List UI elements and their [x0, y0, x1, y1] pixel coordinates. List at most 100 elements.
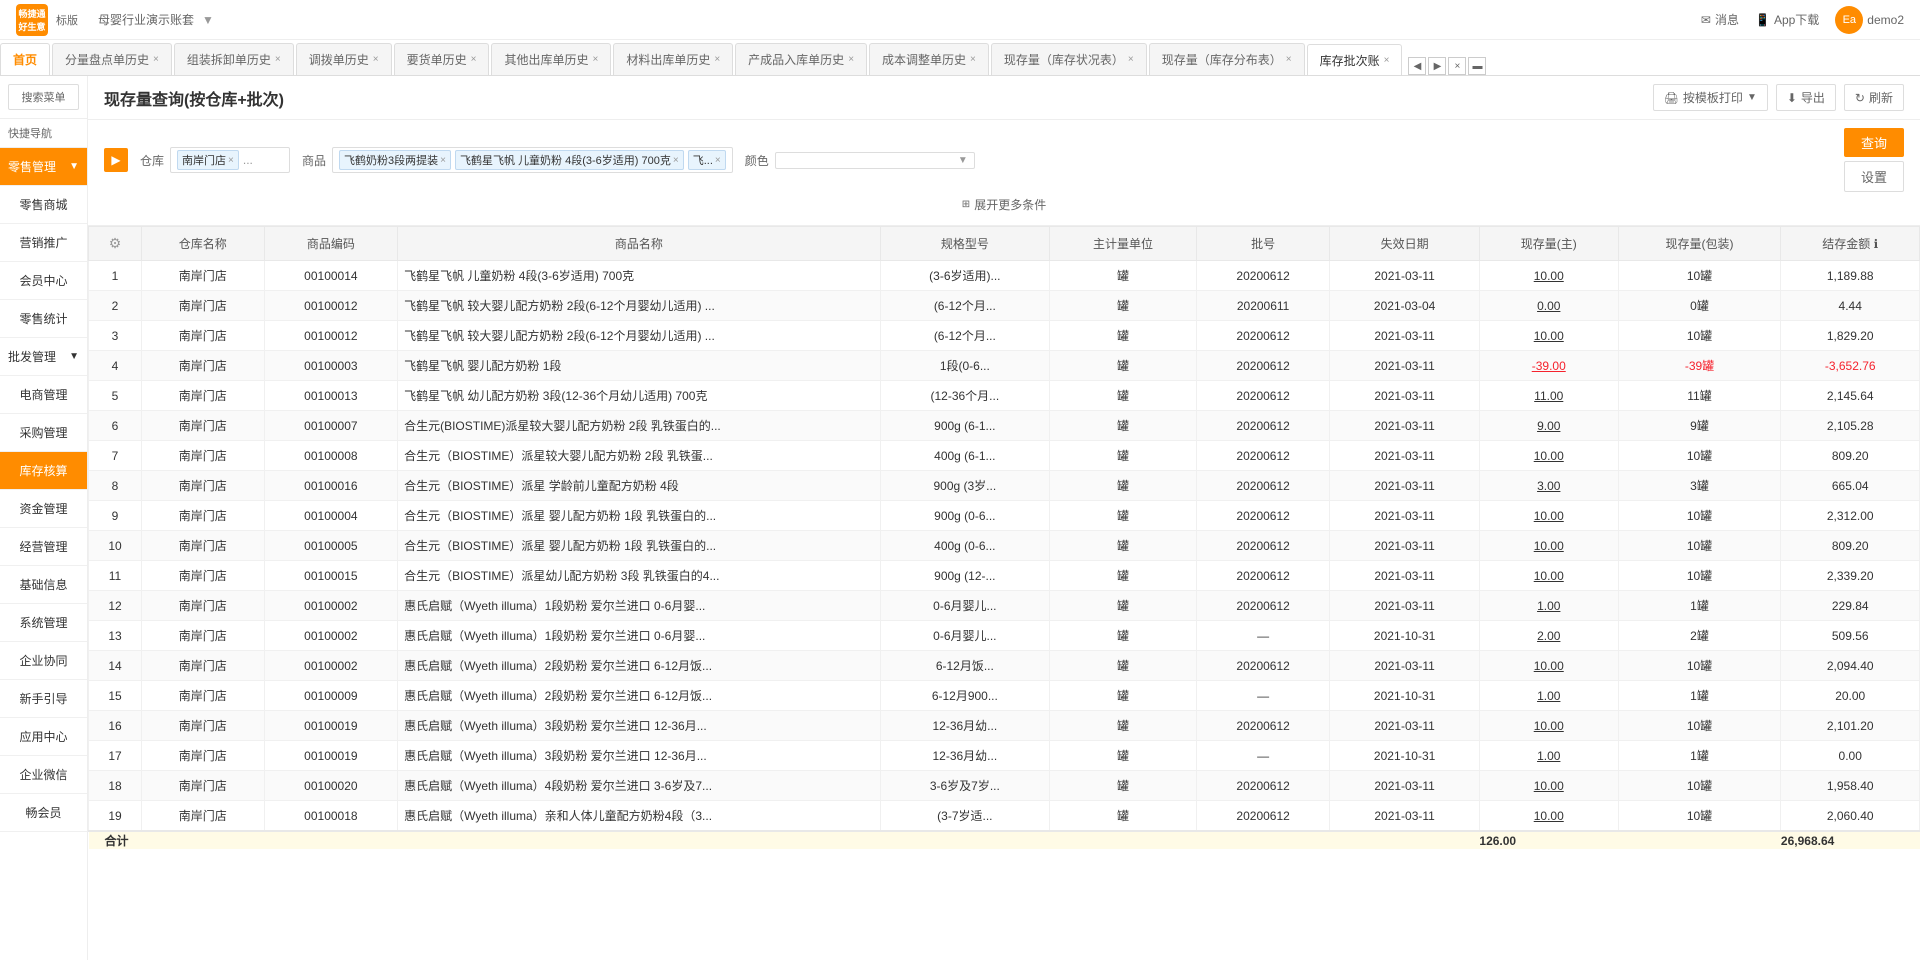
color-tag-container[interactable]: ▼ [775, 152, 975, 169]
row-qty-main[interactable]: 10.00 [1479, 531, 1618, 561]
color-filter-group: 颜色 ▼ [745, 152, 975, 169]
row-qty-main[interactable]: 10.00 [1479, 651, 1618, 681]
tab-xiancunzhuang[interactable]: 现存量（库存状况表）× [991, 43, 1147, 75]
export-btn[interactable]: ⬇ 导出 [1776, 84, 1836, 111]
col-unit: 主计量单位 [1050, 227, 1197, 261]
sidebar-item-retail-stats[interactable]: 零售统计 [0, 300, 87, 338]
row-qty-main[interactable]: 9.00 [1479, 411, 1618, 441]
sidebar-item-operations[interactable]: 经营管理 [0, 528, 87, 566]
logo-area: 畅捷通好生意 标版 母婴行业演示账套 ▼ [16, 4, 214, 36]
row-amount: 2,101.20 [1781, 711, 1920, 741]
tab-diaob[interactable]: 调拨单历史× [296, 43, 392, 75]
col-qty-pkg: 现存量(包装) [1618, 227, 1781, 261]
row-unit: 罐 [1050, 741, 1197, 771]
sidebar-item-apps[interactable]: 应用中心 [0, 718, 87, 756]
tab-xiancunfen[interactable]: 现存量（库存分布表）× [1149, 43, 1305, 75]
row-expire: 2021-03-11 [1330, 531, 1480, 561]
tab-cailiaochu[interactable]: 材料出库单历史× [613, 43, 733, 75]
tab-yaoh[interactable]: 要货单历史× [394, 43, 490, 75]
sidebar-item-inventory[interactable]: 库存核算 [0, 452, 87, 490]
messages-btn[interactable]: ✉ 消息 [1701, 11, 1739, 28]
row-warehouse: 南岸门店 [141, 321, 264, 351]
sidebar-item-retail-shop[interactable]: 零售商城 [0, 186, 87, 224]
tab-close-icon[interactable]: × [275, 54, 281, 65]
tab-close-icon[interactable]: × [592, 54, 598, 65]
sidebar-item-purchase[interactable]: 采购管理 [0, 414, 87, 452]
col-settings[interactable]: ⚙ [89, 227, 142, 261]
tab-home[interactable]: 首页 [0, 43, 50, 75]
tab-close-icon[interactable]: × [970, 54, 976, 65]
row-qty-main[interactable]: 10.00 [1479, 771, 1618, 801]
tab-close-icon[interactable]: × [373, 54, 379, 65]
tab-close-icon[interactable]: × [714, 54, 720, 65]
row-qty-main[interactable]: 0.00 [1479, 291, 1618, 321]
query-btn[interactable]: 查询 [1844, 128, 1904, 157]
tab-qitachu[interactable]: 其他出库单历史× [491, 43, 611, 75]
tab-more-btn[interactable]: ▬ [1468, 57, 1486, 75]
row-qty-main[interactable]: 3.00 [1479, 471, 1618, 501]
row-qty-main[interactable]: 10.00 [1479, 261, 1618, 291]
row-qty-main[interactable]: 11.00 [1479, 381, 1618, 411]
row-qty-main[interactable]: 1.00 [1479, 681, 1618, 711]
footer-label: 合计 [89, 831, 1480, 849]
sidebar-item-collab[interactable]: 企业协同 [0, 642, 87, 680]
refresh-btn[interactable]: ↻ 刷新 [1844, 84, 1904, 111]
row-qty-main[interactable]: 10.00 [1479, 711, 1618, 741]
row-qty-main[interactable]: 1.00 [1479, 741, 1618, 771]
warehouse-more[interactable]: ... [243, 153, 253, 167]
sidebar-item-system[interactable]: 系统管理 [0, 604, 87, 642]
goods-tag-container[interactable]: 飞鹤奶粉3段两提装 × 飞鹤星飞帆 儿童奶粉 4段(3-6岁适用) 700克 ×… [332, 147, 733, 173]
template-print-btn[interactable]: 🖨 按模板打印 ▼ [1653, 84, 1768, 111]
row-qty-main[interactable]: 10.00 [1479, 441, 1618, 471]
quick-nav-item[interactable]: 快捷导航 [0, 119, 87, 148]
sidebar-item-retail-mgmt[interactable]: 零售管理 ▼ [0, 148, 87, 186]
account-dropdown[interactable]: 母婴行业演示账套 [98, 11, 194, 28]
filter-expand-toggle[interactable]: ▶ [104, 148, 128, 172]
tab-fenbpan[interactable]: 分量盘点单历史× [52, 43, 172, 75]
row-qty-main[interactable]: 10.00 [1479, 501, 1618, 531]
sidebar-item-basics[interactable]: 基础信息 [0, 566, 87, 604]
sidebar-item-member[interactable]: 会员中心 [0, 262, 87, 300]
sidebar-item-guide[interactable]: 新手引导 [0, 680, 87, 718]
sidebar-item-wholesale[interactable]: 批发管理 ▼ [0, 338, 87, 376]
tab-close-icon[interactable]: × [1384, 55, 1390, 66]
tab-close-icon[interactable]: × [471, 54, 477, 65]
search-menu-btn[interactable]: 搜索菜单 [8, 84, 79, 110]
sidebar-item-marketing[interactable]: 营销推广 [0, 224, 87, 262]
warehouse-tag-container[interactable]: 南岸门店 × ... [170, 147, 290, 173]
user-area[interactable]: Ea demo2 [1835, 6, 1904, 34]
sidebar-item-wechat[interactable]: 企业微信 [0, 756, 87, 794]
tab-close-icon[interactable]: × [153, 54, 159, 65]
table-row: 4 南岸门店 00100003 飞鹤星飞帆 婴儿配方奶粉 1段 1段(0-6..… [89, 351, 1920, 381]
row-warehouse: 南岸门店 [141, 651, 264, 681]
tag-close-icon[interactable]: × [673, 155, 679, 166]
tab-close-icon[interactable]: × [1128, 54, 1134, 65]
sidebar-item-finance[interactable]: 资金管理 [0, 490, 87, 528]
tag-close-icon[interactable]: × [228, 155, 234, 166]
tab-close-all-btn[interactable]: × [1448, 57, 1466, 75]
tab-chanchenru[interactable]: 产成品入库单历史× [735, 43, 867, 75]
tab-chengtiao[interactable]: 成本调整单历史× [869, 43, 989, 75]
tab-close-icon[interactable]: × [1286, 54, 1292, 65]
tab-prev-btn[interactable]: ◀ [1408, 57, 1426, 75]
sidebar-item-member2[interactable]: 畅会员 [0, 794, 87, 832]
col-warehouse: 仓库名称 [141, 227, 264, 261]
app-download-btn[interactable]: 📱 App下载 [1755, 11, 1819, 28]
row-qty-main[interactable]: 2.00 [1479, 621, 1618, 651]
tab-kucunpici[interactable]: 库存批次账× [1307, 44, 1403, 76]
row-name: 合生元（BIOSTIME）派星幼儿配方奶粉 3段 乳铁蛋白的4... [398, 561, 880, 591]
tab-close-icon[interactable]: × [848, 54, 854, 65]
row-qty-main[interactable]: 10.00 [1479, 561, 1618, 591]
tag-close-icon[interactable]: × [440, 155, 446, 166]
row-qty-main[interactable]: 10.00 [1479, 801, 1618, 832]
row-qty-main[interactable]: 1.00 [1479, 591, 1618, 621]
col-name: 商品名称 [398, 227, 880, 261]
tag-close-icon[interactable]: × [715, 155, 721, 166]
tab-next-btn[interactable]: ▶ [1428, 57, 1446, 75]
sidebar-item-ecommerce[interactable]: 电商管理 [0, 376, 87, 414]
tab-zuche[interactable]: 组装拆卸单历史× [174, 43, 294, 75]
row-qty-main[interactable]: 10.00 [1479, 321, 1618, 351]
expand-conditions-btn[interactable]: ⊞ 展开更多条件 [962, 196, 1046, 213]
row-qty-main[interactable]: -39.00 [1479, 351, 1618, 381]
setting-btn[interactable]: 设置 [1844, 161, 1904, 192]
